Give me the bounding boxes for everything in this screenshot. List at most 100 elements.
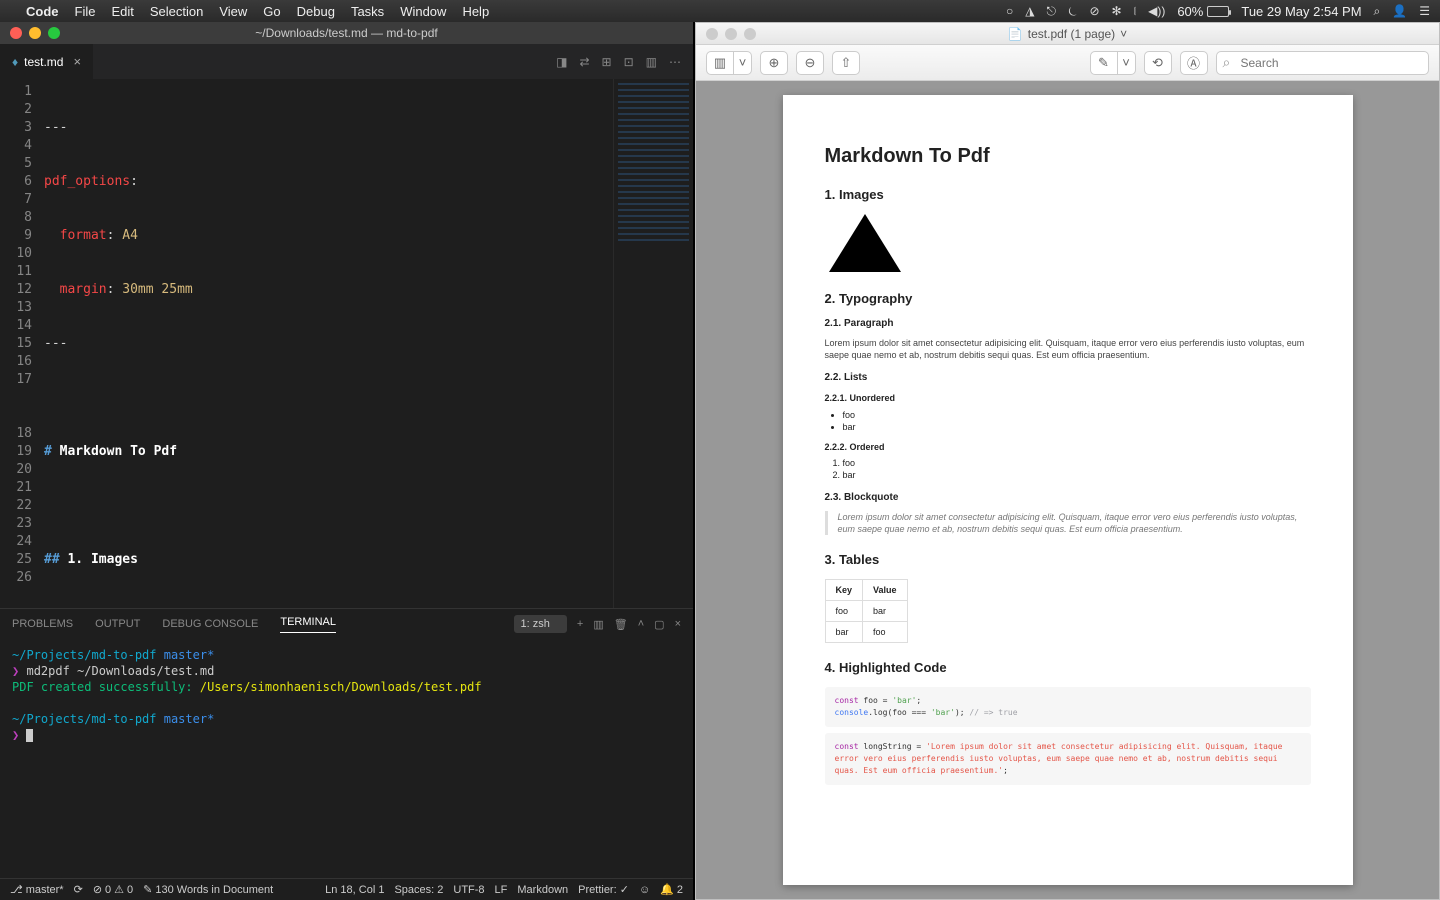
zoom-out-button[interactable]: ⊖ (796, 51, 824, 75)
tab-test-md[interactable]: ♦ test.md × (0, 44, 94, 79)
status-prettier[interactable]: Prettier: ✓ (578, 883, 629, 896)
terminal-close-icon[interactable]: × (675, 618, 681, 630)
bluetooth-icon[interactable]: ✻ (1112, 4, 1122, 18)
preview-title: 📄 test.pdf (1 page) ˅ (1008, 27, 1127, 41)
code-editor[interactable]: 123456789 10111213141516 171819202122 23… (0, 79, 613, 608)
menu-help[interactable]: Help (462, 4, 489, 19)
preview-maximize-button[interactable] (744, 28, 756, 40)
window-minimize-button[interactable] (29, 27, 41, 39)
statusbar: ⎇ master* ⟳ ⊘ 0 ⚠ 0 ✎ 130 Words in Docum… (0, 878, 693, 900)
list-item: bar (843, 421, 1311, 433)
status-wordcount[interactable]: ✎ 130 Words in Document (143, 883, 273, 896)
terminal-selector[interactable]: 1: zsh (514, 615, 567, 633)
status-branch[interactable]: ⎇ master* (10, 883, 64, 896)
editor-action-icon[interactable]: ▥ (646, 55, 657, 69)
status-feedback-icon[interactable]: ☺ (639, 884, 650, 896)
menu-view[interactable]: View (219, 4, 247, 19)
terminal-maximize-icon[interactable]: ▢ (654, 618, 664, 631)
menu-edit[interactable]: Edit (111, 4, 133, 19)
wifi-icon[interactable]: ⧙ (1134, 4, 1137, 19)
status-eol[interactable]: LF (495, 884, 508, 896)
status-errors[interactable]: ⊘ 0 ⚠ 0 (93, 883, 133, 896)
status-icon-2[interactable]: ◮ (1025, 4, 1034, 18)
pdf-page: Markdown To Pdf 1. Images 2. Typography … (783, 95, 1353, 885)
sidebar-toggle-button[interactable]: ▥ (706, 51, 734, 75)
menu-selection[interactable]: Selection (150, 4, 203, 19)
panel-tab-output[interactable]: OUTPUT (95, 618, 140, 630)
status-sync-icon[interactable]: ⟳ (74, 883, 83, 896)
status-icon-3[interactable]: ⎋ (1046, 4, 1056, 19)
search-input[interactable] (1216, 51, 1430, 75)
markup-button[interactable]: ✎ (1090, 51, 1118, 75)
window-maximize-button[interactable] (48, 27, 60, 39)
list-item: foo (843, 457, 1311, 469)
bottom-panel: PROBLEMS OUTPUT DEBUG CONSOLE TERMINAL 1… (0, 608, 693, 878)
panel-tab-terminal[interactable]: TERMINAL (280, 616, 336, 633)
rotate-button[interactable]: ⟲ (1144, 51, 1172, 75)
status-cursor[interactable]: Ln 18, Col 1 (325, 884, 384, 896)
terminal-cursor (26, 729, 33, 742)
menu-file[interactable]: File (75, 4, 96, 19)
markup-menu-button[interactable]: ˅ (1118, 51, 1136, 75)
terminal-kill-icon[interactable]: 🗑 (614, 618, 628, 631)
tab-close-button[interactable]: × (73, 54, 81, 69)
volume-icon[interactable]: ◀)) (1148, 4, 1165, 18)
panel-tab-problems[interactable]: PROBLEMS (12, 618, 73, 630)
preview-window: 📄 test.pdf (1 page) ˅ ▥ ˅ ⊕ ⊖ ⇧ ✎ ˅ ⟲ Ⓐ … (695, 22, 1440, 900)
menu-tasks[interactable]: Tasks (351, 4, 384, 19)
notifications-icon[interactable]: ☰ (1419, 4, 1430, 18)
sidebar-menu-button[interactable]: ˅ (734, 51, 752, 75)
terminal-split-icon[interactable]: ▥ (593, 618, 603, 631)
user-icon[interactable]: 👤 (1392, 4, 1407, 18)
vscode-titlebar: ~/Downloads/test.md — md-to-pdf (0, 22, 693, 44)
status-icon-5[interactable]: ⊘ (1089, 4, 1099, 18)
editor-action-icon[interactable]: ⊞ (602, 55, 612, 69)
editor-action-icon[interactable]: ⊡ (624, 55, 634, 69)
panel-tab-debug[interactable]: DEBUG CONSOLE (162, 618, 258, 630)
vscode-title: ~/Downloads/test.md — md-to-pdf (255, 26, 437, 40)
pdf-blockquote: Lorem ipsum dolor sit amet consectetur a… (825, 511, 1311, 535)
preview-close-button[interactable] (706, 28, 718, 40)
status-lang[interactable]: Markdown (517, 884, 568, 896)
window-close-button[interactable] (10, 27, 22, 39)
preview-search[interactable] (1216, 51, 1430, 75)
menu-window[interactable]: Window (400, 4, 446, 19)
pdf-table: KeyValue foobar barfoo (825, 579, 908, 643)
pdf-h1: Markdown To Pdf (825, 143, 1311, 170)
terminal[interactable]: ~/Projects/md-to-pdf master* ❯ md2pdf ~/… (0, 639, 693, 878)
zoom-in-button[interactable]: ⊕ (760, 51, 788, 75)
status-encoding[interactable]: UTF-8 (453, 884, 484, 896)
battery-status[interactable]: 60% (1177, 4, 1229, 19)
status-spaces[interactable]: Spaces: 2 (394, 884, 443, 896)
zeit-logo-image (829, 214, 901, 272)
highlight-button[interactable]: Ⓐ (1180, 51, 1208, 75)
share-button[interactable]: ⇧ (832, 51, 860, 75)
menu-debug[interactable]: Debug (297, 4, 335, 19)
editor-more-icon[interactable]: ⋯ (669, 55, 681, 69)
pdf-viewport[interactable]: Markdown To Pdf 1. Images 2. Typography … (696, 81, 1439, 899)
minimap[interactable] (613, 79, 693, 608)
terminal-new-icon[interactable]: + (577, 618, 583, 630)
pdf-h3-paragraph: 2.1. Paragraph (825, 317, 1311, 331)
menubar-app[interactable]: Code (26, 4, 59, 19)
line-gutter: 123456789 10111213141516 171819202122 23… (0, 83, 44, 608)
pdf-file-icon: 📄 (1008, 27, 1023, 41)
status-icon-1[interactable]: ○ (1006, 4, 1013, 18)
preview-minimize-button[interactable] (725, 28, 737, 40)
pdf-h4-unordered: 2.2.1. Unordered (825, 392, 1311, 404)
menubar-clock[interactable]: Tue 29 May 2:54 PM (1241, 4, 1361, 19)
terminal-up-icon[interactable]: ˄ (638, 618, 644, 630)
editor-action-icon[interactable]: ◨ (556, 55, 567, 69)
editor-tabbar: ♦ test.md × ◨ ⇄ ⊞ ⊡ ▥ ⋯ (0, 44, 693, 79)
markdown-icon: ♦ (12, 55, 18, 69)
spotlight-icon[interactable]: ⌕ (1374, 4, 1381, 19)
list-item: bar (843, 469, 1311, 481)
battery-pct: 60% (1177, 4, 1203, 19)
code-content[interactable]: --- pdf_options: format: A4 margin: 30mm… (44, 83, 613, 608)
preview-toolbar: ▥ ˅ ⊕ ⊖ ⇧ ✎ ˅ ⟲ Ⓐ (696, 45, 1439, 81)
editor-action-icon[interactable]: ⇄ (579, 55, 589, 69)
menu-go[interactable]: Go (263, 4, 280, 19)
status-bell[interactable]: 🔔 2 (660, 883, 683, 896)
pdf-code-block-2: const longString = 'Lorem ipsum dolor si… (825, 733, 1311, 785)
status-icon-4[interactable]: ⏾ (1068, 4, 1078, 19)
